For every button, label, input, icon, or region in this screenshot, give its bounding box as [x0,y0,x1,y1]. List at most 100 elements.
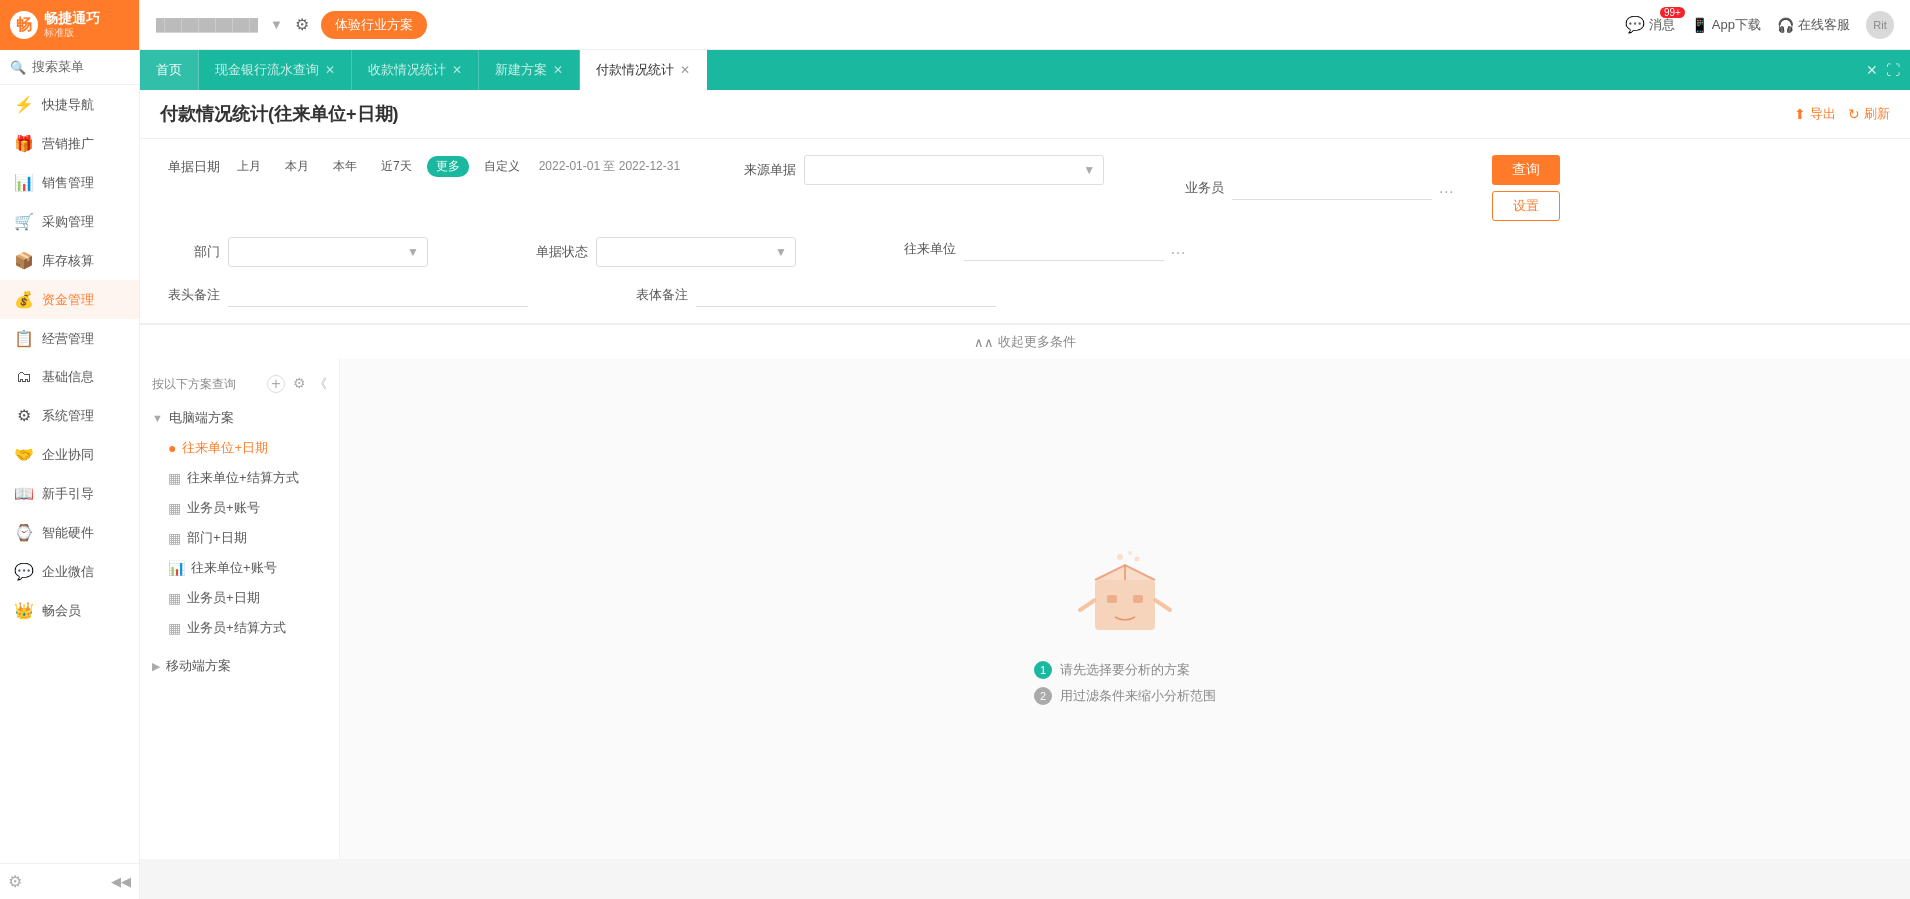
dept-select[interactable]: ▼ [228,237,428,267]
date-btn-last-month[interactable]: 上月 [228,155,270,178]
tab-payment-close[interactable]: ✕ [680,63,690,77]
message-button[interactable]: 💬 消息 99+ [1625,15,1675,34]
sidebar-item-enterprise[interactable]: 🤝 企业协同 [0,435,139,474]
date-btn-this-month[interactable]: 本月 [276,155,318,178]
dept-label: 部门 [160,243,220,261]
body-note-input[interactable] [696,287,996,302]
tab-new-plan-close[interactable]: ✕ [553,63,563,77]
company-address: ████████████ [156,18,258,32]
svg-rect-0 [1095,580,1155,630]
sidebar-item-hardware[interactable]: ⌚ 智能硬件 [0,513,139,552]
date-btn-custom[interactable]: 自定义 [475,155,529,178]
date-btn-this-year[interactable]: 本年 [324,155,366,178]
partner-input-wrapper [964,237,1164,261]
scheme-item-partner-date[interactable]: ● 往来单位+日期 [140,433,339,463]
sidebar-collapse-icon[interactable]: ◀◀ [111,874,131,889]
svg-rect-1 [1107,595,1117,603]
tab-new-plan[interactable]: 新建方案 ✕ [479,50,580,90]
scheme-item-partner-account[interactable]: 📊 往来单位+账号 [140,553,339,583]
tab-home[interactable]: 首页 [140,50,199,90]
tab-cashflow-close[interactable]: ✕ [325,63,335,77]
user-avatar[interactable]: Rit [1866,11,1894,39]
status-select[interactable]: ▼ [596,237,796,267]
purchase-icon: 🛒 [14,212,34,231]
staff-input[interactable] [1232,180,1432,195]
sidebar-item-inventory[interactable]: 📦 库存核算 [0,241,139,280]
sidebar-item-operation[interactable]: 📋 经营管理 [0,319,139,358]
collapse-more-button[interactable]: ∧∧ 收起更多条件 [140,324,1910,359]
header-right: 💬 消息 99+ 📱 App下载 🎧 在线客服 Rit [1625,11,1894,39]
header-gear-icon[interactable]: ⚙ [295,15,309,34]
tab-receipt-close[interactable]: ✕ [452,63,462,77]
date-btn-7days[interactable]: 近7天 [372,155,421,178]
logo-icon: 畅 [10,11,38,39]
tabs-bar: 首页 现金银行流水查询 ✕ 收款情况统计 ✕ 新建方案 ✕ 付款情况统计 ✕ ✕… [140,50,1910,90]
panel-settings-icon[interactable]: ⚙ [293,375,306,393]
scheme-item-partner-payment[interactable]: ▦ 往来单位+结算方式 [140,463,339,493]
partner-input-area: … [964,237,1186,261]
operation-label: 经营管理 [42,330,94,348]
tab-payment-stat[interactable]: 付款情况统计 ✕ [580,50,707,90]
refresh-button[interactable]: ↻ 刷新 [1848,105,1890,123]
sidebar-item-guide[interactable]: 📖 新手引导 [0,474,139,513]
partner-input[interactable] [964,241,1164,256]
scheme-group-desktop-header[interactable]: ▼ 电脑端方案 [140,403,339,433]
export-button[interactable]: ⬆ 导出 [1794,105,1836,123]
sidebar-settings-icon[interactable]: ⚙ [8,872,22,891]
export-icon: ⬆ [1794,106,1806,122]
partner-more-icon[interactable]: … [1170,240,1186,258]
search-menu[interactable]: 🔍 搜索菜单 [0,50,139,85]
sidebar-item-quick-nav[interactable]: ⚡ 快捷导航 [0,85,139,124]
hardware-label: 智能硬件 [42,524,94,542]
sidebar-item-basic-info[interactable]: 🗂 基础信息 [0,358,139,396]
scheme-item-staff-account-label: 业务员+账号 [187,499,260,517]
sidebar-item-member[interactable]: 👑 畅会员 [0,591,139,630]
tab-payment-label: 付款情况统计 [596,61,674,79]
sales-label: 销售管理 [42,174,94,192]
scheme-item-staff-payment[interactable]: ▦ 业务员+结算方式 [140,613,339,643]
trial-button[interactable]: 体验行业方案 [321,11,427,39]
settings-button[interactable]: 设置 [1492,191,1560,221]
online-service-button[interactable]: 🎧 在线客服 [1777,16,1850,34]
tip-num-2: 2 [1034,687,1052,705]
sidebar-item-sales[interactable]: 📊 销售管理 [0,163,139,202]
sidebar-item-wechat[interactable]: 💬 企业微信 [0,552,139,591]
header-dropdown-icon[interactable]: ▼ [270,17,283,32]
scheme-item-staff-account-icon: ▦ [168,500,181,516]
scheme-item-partner-date-label: 往来单位+日期 [182,439,268,457]
tab-close-all-icon[interactable]: ✕ [1866,62,1878,78]
panel-collapse-icon[interactable]: 《 [314,375,327,393]
guide-icon: 📖 [14,484,34,503]
scheme-item-staff-date[interactable]: ▦ 业务员+日期 [140,583,339,613]
panel-add-icon[interactable]: + [267,375,285,393]
page-header: 付款情况统计(往来单位+日期) ⬆ 导出 ↻ 刷新 [140,90,1910,139]
query-button[interactable]: 查询 [1492,155,1560,185]
hardware-icon: ⌚ [14,523,34,542]
message-label: 消息 [1649,16,1675,34]
scheme-item-staff-payment-label: 业务员+结算方式 [187,619,286,637]
date-btn-more[interactable]: 更多 [427,156,469,177]
logo-subtitle: 标准版 [44,26,100,40]
scheme-item-dept-date[interactable]: ▦ 部门+日期 [140,523,339,553]
panel-header-icons: + ⚙ 《 [267,375,327,393]
sidebar-item-finance[interactable]: 💰 资金管理 [0,280,139,319]
scheme-group-mobile-header[interactable]: ▶ 移动端方案 [140,651,339,681]
app-download-button[interactable]: 📱 App下载 [1691,16,1761,34]
header-note-input[interactable] [228,287,528,302]
main-body: 按以下方案查询 + ⚙ 《 ▼ 电脑端方案 ● 往来单位+日期 ▦ [140,359,1910,859]
sidebar-item-purchase[interactable]: 🛒 采购管理 [0,202,139,241]
scheme-item-staff-account[interactable]: ▦ 业务员+账号 [140,493,339,523]
tab-expand-icon[interactable]: ⛶ [1886,62,1900,78]
tab-receipt-stat[interactable]: 收款情况统计 ✕ [352,50,479,90]
sidebar-item-marketing[interactable]: 🎁 营销推广 [0,124,139,163]
body-note-wrapper [696,283,996,307]
sidebar-item-system[interactable]: ⚙ 系统管理 [0,396,139,435]
export-label: 导出 [1810,105,1836,123]
header-left: ████████████ ▼ ⚙ 体验行业方案 [156,11,427,39]
staff-more-icon[interactable]: … [1438,179,1454,197]
member-icon: 👑 [14,601,34,620]
tab-cashflow[interactable]: 现金银行流水查询 ✕ [199,50,352,90]
source-select[interactable]: ▼ [804,155,1104,185]
filter-staff-item: 业务员 … 查询 设置 [1164,155,1560,221]
app-label: App下载 [1712,16,1761,34]
